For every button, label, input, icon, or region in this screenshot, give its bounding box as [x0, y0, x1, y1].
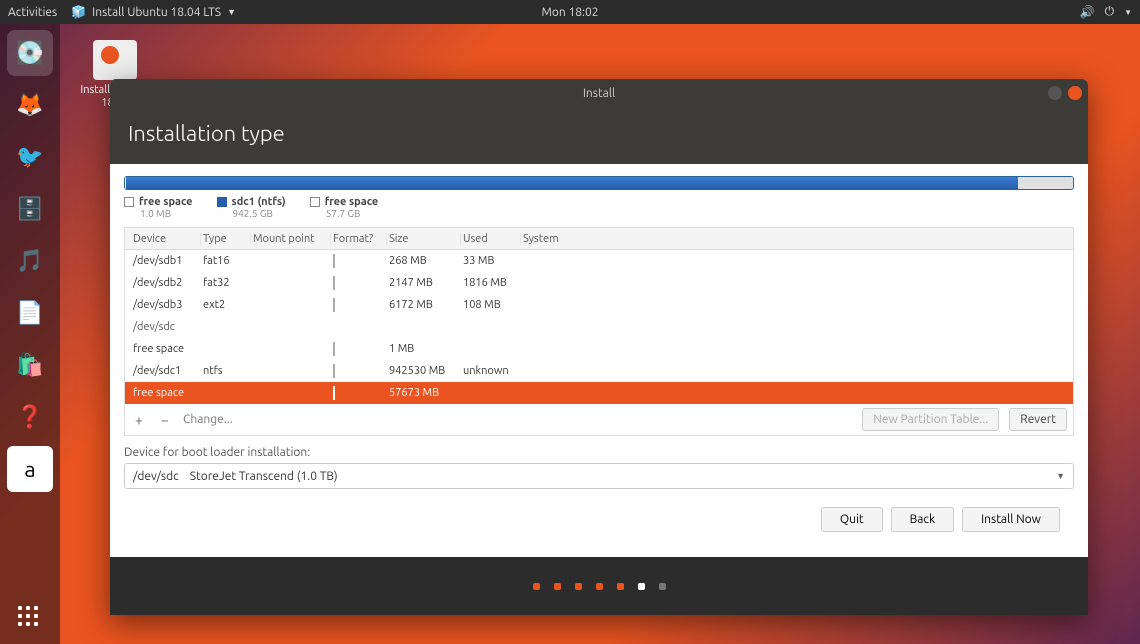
- change-partition-button[interactable]: Change...: [183, 413, 233, 426]
- dock-help-icon[interactable]: ❓: [7, 394, 53, 440]
- remove-partition-button[interactable]: −: [157, 412, 173, 428]
- table-row[interactable]: /dev/sdc1ntfs942530 MBunknown: [125, 360, 1073, 382]
- bootloader-device-select[interactable]: /dev/sdc StoreJet Transcend (1.0 TB) ▼: [124, 463, 1074, 489]
- partition-table[interactable]: DeviceTypeMount pointFormat?SizeUsedSyst…: [124, 227, 1074, 404]
- chevron-down-icon[interactable]: ▼: [1124, 8, 1132, 17]
- show-applications-icon[interactable]: [18, 606, 42, 630]
- dock-firefox-icon[interactable]: 🦊: [7, 82, 53, 128]
- legend-swatch: [124, 197, 134, 207]
- dock-amazon-icon[interactable]: a: [7, 446, 53, 492]
- table-row[interactable]: free space1 MB: [125, 338, 1073, 360]
- bootloader-label: Device for boot loader installation:: [124, 446, 1074, 459]
- dock-writer-icon[interactable]: 📄: [7, 290, 53, 336]
- table-row[interactable]: /dev/sdb3ext26172 MB108 MB: [125, 294, 1073, 316]
- step-dot[interactable]: [659, 583, 666, 590]
- add-partition-button[interactable]: +: [131, 412, 147, 428]
- partition-size-bar: [124, 176, 1074, 190]
- legend-name: free space: [325, 196, 379, 208]
- format-checkbox[interactable]: [333, 298, 335, 312]
- column-header[interactable]: Mount point: [251, 233, 331, 245]
- system-tray[interactable]: 🔊 ⏻ ▼: [1080, 5, 1132, 19]
- power-icon[interactable]: ⏻: [1105, 5, 1115, 19]
- quit-button[interactable]: Quit: [821, 507, 883, 532]
- wizard-progress-dots: [110, 557, 1088, 615]
- column-header[interactable]: Used: [461, 233, 521, 245]
- active-app-menu[interactable]: 🧊 Install Ubuntu 18.04 LTS ▼: [71, 5, 236, 19]
- app-icon: 🧊: [71, 5, 86, 19]
- table-row[interactable]: free space57673 MB: [125, 382, 1073, 404]
- installer-disk-icon: [93, 40, 137, 80]
- back-button[interactable]: Back: [891, 507, 954, 532]
- step-dot[interactable]: [617, 583, 624, 590]
- column-header[interactable]: Device: [131, 233, 201, 245]
- minimize-button[interactable]: [1048, 86, 1062, 100]
- legend-name: sdc1 (ntfs): [232, 196, 286, 208]
- dock-installer-icon[interactable]: 💽: [7, 30, 53, 76]
- window-titlebar[interactable]: Install: [110, 79, 1088, 107]
- step-dot[interactable]: [554, 583, 561, 590]
- column-header[interactable]: Format?: [331, 233, 387, 245]
- legend-name: free space: [139, 196, 193, 208]
- legend-size: 942.5 GB: [233, 208, 286, 219]
- dock-software-icon[interactable]: 🛍️: [7, 342, 53, 388]
- installer-window: Install Installation type free space1.0 …: [110, 79, 1088, 615]
- step-dot[interactable]: [575, 583, 582, 590]
- legend-swatch: [310, 197, 320, 207]
- step-dot[interactable]: [533, 583, 540, 590]
- dock-thunderbird-icon[interactable]: 🐦: [7, 134, 53, 180]
- format-checkbox[interactable]: [333, 254, 335, 268]
- table-row[interactable]: /dev/sdb1fat16268 MB33 MB: [125, 250, 1073, 272]
- partition-legend: free space1.0 MBsdc1 (ntfs)942.5 GBfree …: [124, 196, 1074, 219]
- partition-toolbar: + − Change... New Partition Table... Rev…: [124, 404, 1074, 436]
- activities-button[interactable]: Activities: [8, 6, 57, 19]
- column-header[interactable]: System: [521, 233, 1067, 245]
- page-heading: Installation type: [110, 107, 1088, 164]
- legend-size: 57.7 GB: [326, 208, 379, 219]
- panel-clock[interactable]: Mon 18:02: [541, 6, 598, 19]
- format-checkbox[interactable]: [333, 276, 335, 290]
- step-dot-current[interactable]: [638, 583, 645, 590]
- chevron-down-icon: ▼: [1056, 471, 1065, 481]
- install-now-button[interactable]: Install Now: [962, 507, 1060, 532]
- legend-swatch: [217, 197, 227, 207]
- chevron-down-icon: ▼: [227, 7, 236, 17]
- close-button[interactable]: [1068, 86, 1082, 100]
- column-header[interactable]: Size: [387, 233, 461, 245]
- new-partition-table-button[interactable]: New Partition Table...: [862, 408, 999, 431]
- column-header[interactable]: Type: [201, 233, 251, 245]
- step-dot[interactable]: [596, 583, 603, 590]
- volume-icon[interactable]: 🔊: [1080, 5, 1095, 19]
- legend-size: 1.0 MB: [140, 208, 193, 219]
- table-row[interactable]: /dev/sdb2fat322147 MB1816 MB: [125, 272, 1073, 294]
- launcher-dock: 💽 🦊 🐦 🗄️ 🎵 📄 🛍️ ❓ a: [0, 24, 60, 644]
- window-title: Install: [583, 87, 615, 100]
- gnome-top-panel: Activities 🧊 Install Ubuntu 18.04 LTS ▼ …: [0, 0, 1140, 24]
- format-checkbox[interactable]: [333, 386, 335, 400]
- dock-rhythmbox-icon[interactable]: 🎵: [7, 238, 53, 284]
- format-checkbox[interactable]: [333, 364, 335, 378]
- wizard-footer: Quit Back Install Now: [124, 489, 1074, 550]
- format-checkbox[interactable]: [333, 342, 335, 356]
- table-row[interactable]: /dev/sdc: [125, 316, 1073, 338]
- revert-button[interactable]: Revert: [1009, 408, 1067, 431]
- table-header: DeviceTypeMount pointFormat?SizeUsedSyst…: [125, 228, 1073, 250]
- dock-files-icon[interactable]: 🗄️: [7, 186, 53, 232]
